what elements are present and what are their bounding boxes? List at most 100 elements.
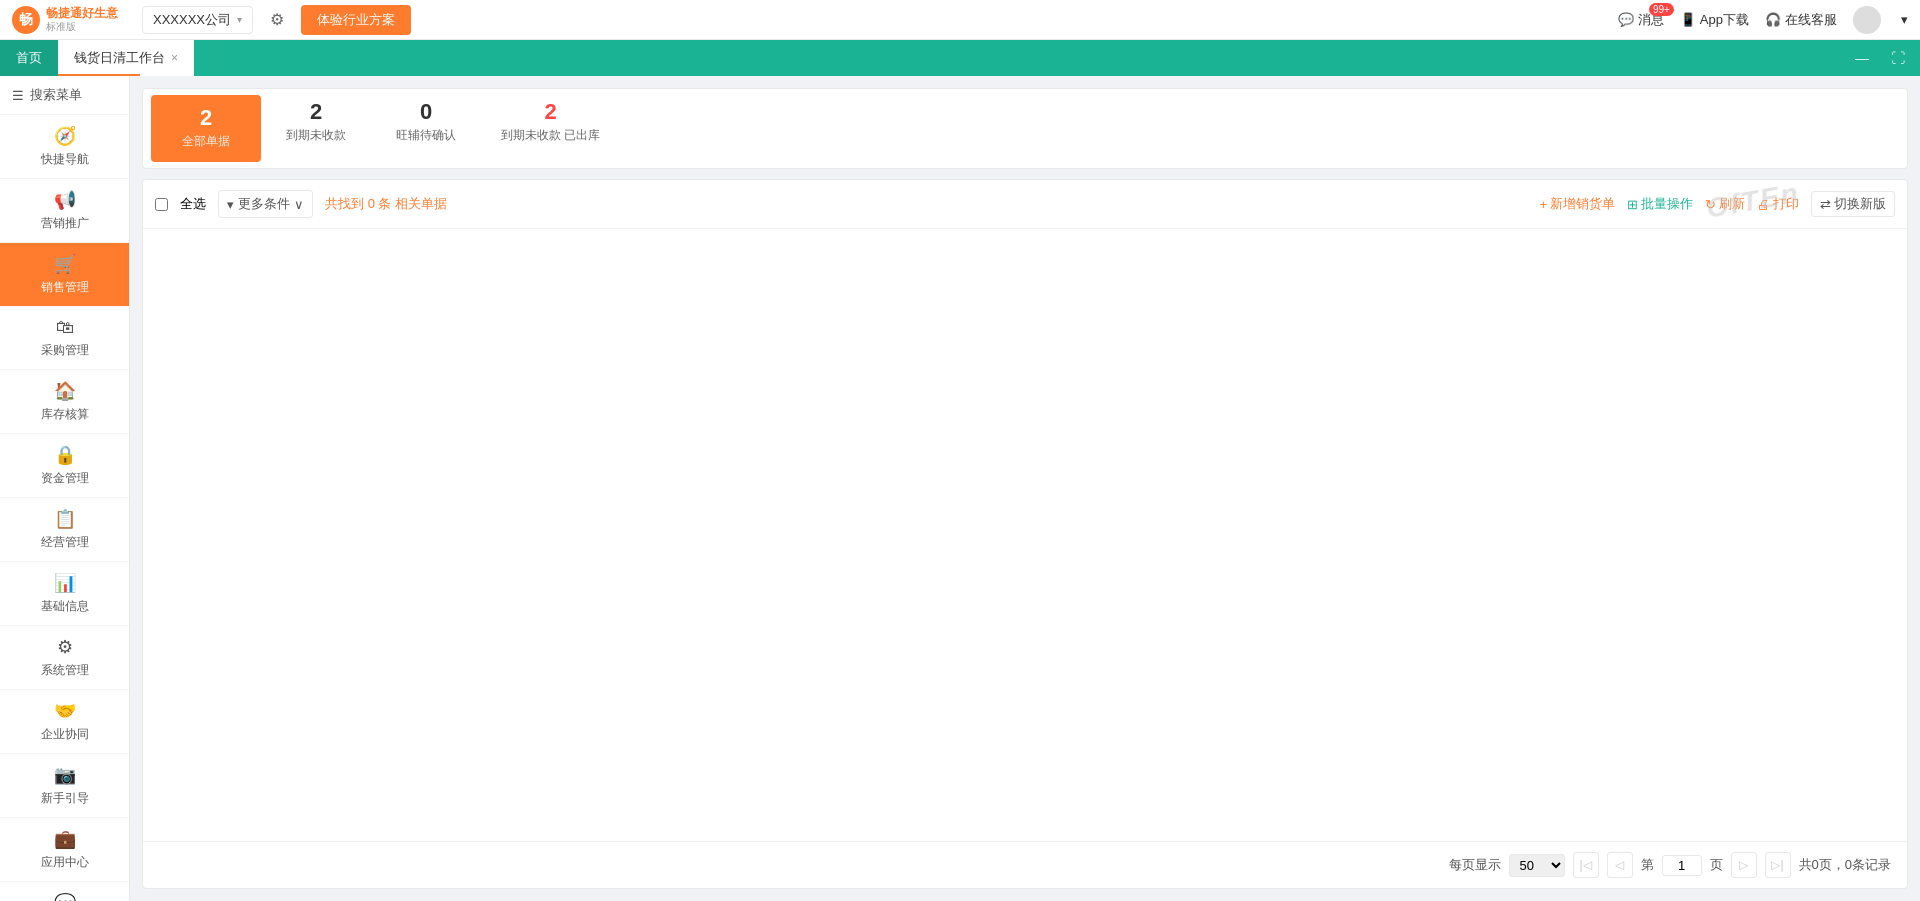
refresh-icon: ↻ [1705,197,1716,212]
shipped-count: 2 [501,99,600,125]
tab-home[interactable]: 首页 [0,40,58,76]
sidebar-item-wechat[interactable]: 💬 企业微信 [0,882,129,901]
summary-tabs: 2 全部单据 2 到期未收款 0 旺辅待确认 2 到期未收款 已出库 [142,88,1908,169]
username-area[interactable]: ▾ [1897,12,1908,27]
sidebar-item-basic-info[interactable]: 📊 基础信息 [0,562,129,626]
sidebar-item-inventory[interactable]: 🏠 库存核算 [0,370,129,434]
print-label: 打印 [1773,195,1799,213]
sales-label: 销售管理 [41,279,89,296]
company-selector[interactable]: XXXXXX公司 ▾ [142,6,253,34]
search-label: 搜索菜单 [30,86,82,104]
top-bar: 畅 畅捷通好生意 标准版 XXXXXX公司 ▾ ⚙ 体验行业方案 💬 消息 99… [0,0,1920,40]
tab-wangwang[interactable]: 0 旺辅待确认 [371,89,481,168]
prev-page-btn[interactable]: ◁ [1607,852,1633,878]
batch-icon: ⊞ [1627,197,1638,212]
total-info: 共0页，0条记录 [1799,856,1891,874]
user-chevron-icon: ▾ [1901,12,1908,27]
message-badge: 99+ [1649,3,1674,16]
sidebar-item-quick-nav[interactable]: 🧭 快捷导航 [0,115,129,179]
nav-controls: — ⛶ [1848,44,1920,72]
refresh-label: 刷新 [1719,195,1745,213]
guide-label: 新手引导 [41,790,89,807]
online-service-label: 在线客服 [1785,11,1837,29]
main-layout: ☰ 搜索菜单 🧭 快捷导航 📢 营销推广 🛒 销售管理 🛍 采购管理 🏠 库存核… [0,76,1920,901]
messages-btn[interactable]: 💬 消息 99+ [1618,11,1664,29]
sidebar-search[interactable]: ☰ 搜索菜单 [0,76,129,115]
found-number: 0 [368,196,375,211]
page-label-prefix: 第 [1641,856,1654,874]
print-btn[interactable]: 🖨 打印 [1757,195,1799,213]
sidebar-item-app-center[interactable]: 💼 应用中心 [0,818,129,882]
per-page-label: 每页显示 [1449,856,1501,874]
last-page-btn[interactable]: ▷| [1765,852,1791,878]
page-number-input[interactable]: 1 [1662,855,1702,876]
tab-overdue[interactable]: 2 到期未收款 [261,89,371,168]
sidebar-item-marketing[interactable]: 📢 营销推广 [0,179,129,243]
logo-icon: 畅 [12,6,40,34]
sales-icon: 🛒 [54,253,76,275]
select-all-checkbox[interactable] [155,198,168,211]
tab-shipped[interactable]: 2 到期未收款 已出库 [481,89,620,168]
sidebar-item-finance[interactable]: 🔒 资金管理 [0,434,129,498]
experience-button[interactable]: 体验行业方案 [301,5,411,35]
overdue-count: 2 [281,99,351,125]
content-area: 2 全部单据 2 到期未收款 0 旺辅待确认 2 到期未收款 已出库 [130,76,1920,901]
print-icon: 🖨 [1757,197,1770,212]
plus-icon: + [1539,197,1547,212]
filter-btn[interactable]: ▾ 更多条件 ∨ [218,190,313,218]
overdue-label: 到期未收款 [281,127,351,144]
sidebar-item-guide[interactable]: 📷 新手引导 [0,754,129,818]
nav-tabs: 首页 钱货日清工作台 × — ⛶ [0,40,1920,76]
tab-close-icon[interactable]: × [171,51,178,65]
inventory-label: 库存核算 [41,406,89,423]
online-service-btn[interactable]: 🎧 在线客服 [1765,11,1837,29]
switch-version-btn[interactable]: ⇄ 切换新版 [1811,191,1895,217]
app-center-label: 应用中心 [41,854,89,871]
operations-icon: 📋 [54,508,76,530]
workbench-area: 2 全部单据 2 到期未收款 0 旺辅待确认 2 到期未收款 已出库 [130,76,1920,901]
refresh-btn[interactable]: ↻ 刷新 [1705,195,1745,213]
cooperation-label: 企业协同 [41,726,89,743]
all-orders-label: 全部单据 [171,133,241,150]
wangwang-label: 旺辅待确认 [391,127,461,144]
sidebar-item-purchase[interactable]: 🛍 采购管理 [0,307,129,370]
guide-icon: 📷 [54,764,76,786]
operations-label: 经营管理 [41,534,89,551]
quick-nav-label: 快捷导航 [41,151,89,168]
settings-icon[interactable]: ⚙ [261,4,293,36]
wechat-icon: 💬 [54,892,76,901]
found-count-text: 共找到 0 条 相关单据 [325,195,447,213]
sidebar-item-cooperation[interactable]: 🤝 企业协同 [0,690,129,754]
inventory-icon: 🏠 [54,380,76,402]
table-container: 全选 ▾ 更多条件 ∨ 共找到 0 条 相关单据 + 新增 [142,179,1908,889]
message-icon: 💬 [1618,12,1634,27]
per-page-select[interactable]: 50 20 100 [1509,854,1565,877]
page-label-suffix: 页 [1710,856,1723,874]
batch-operation-btn[interactable]: ⊞ 批量操作 [1627,195,1693,213]
basic-info-label: 基础信息 [41,598,89,615]
app-center-icon: 💼 [54,828,76,850]
home-tab-label: 首页 [16,49,42,67]
app-download-label: App下载 [1700,11,1749,29]
shipped-label: 到期未收款 已出库 [501,127,600,144]
top-right-area: 💬 消息 99+ 📱 App下载 🎧 在线客服 ▾ [1618,6,1908,34]
first-page-btn[interactable]: |◁ [1573,852,1599,878]
found-unit: 条 相关单据 [378,196,447,211]
avatar[interactable] [1853,6,1881,34]
sidebar-item-system[interactable]: ⚙ 系统管理 [0,626,129,690]
purchase-icon: 🛍 [56,317,74,338]
batch-label: 批量操作 [1641,195,1693,213]
service-icon: 🎧 [1765,12,1781,27]
add-order-btn[interactable]: + 新增销货单 [1539,195,1615,213]
next-page-btn[interactable]: ▷ [1731,852,1757,878]
chevron-down-icon: ▾ [237,14,242,25]
app-download-btn[interactable]: 📱 App下载 [1680,11,1749,29]
tab-all-orders[interactable]: 2 全部单据 [151,95,261,162]
maximize-btn[interactable]: ⛶ [1884,44,1912,72]
minimize-btn[interactable]: — [1848,44,1876,72]
sidebar-item-sales[interactable]: 🛒 销售管理 [0,243,129,307]
sidebar-item-operations[interactable]: 📋 经营管理 [0,498,129,562]
tab-workbench[interactable]: 钱货日清工作台 × [58,40,194,76]
logo-area: 畅 畅捷通好生意 标准版 [12,6,142,34]
add-order-label: 新增销货单 [1550,195,1615,213]
